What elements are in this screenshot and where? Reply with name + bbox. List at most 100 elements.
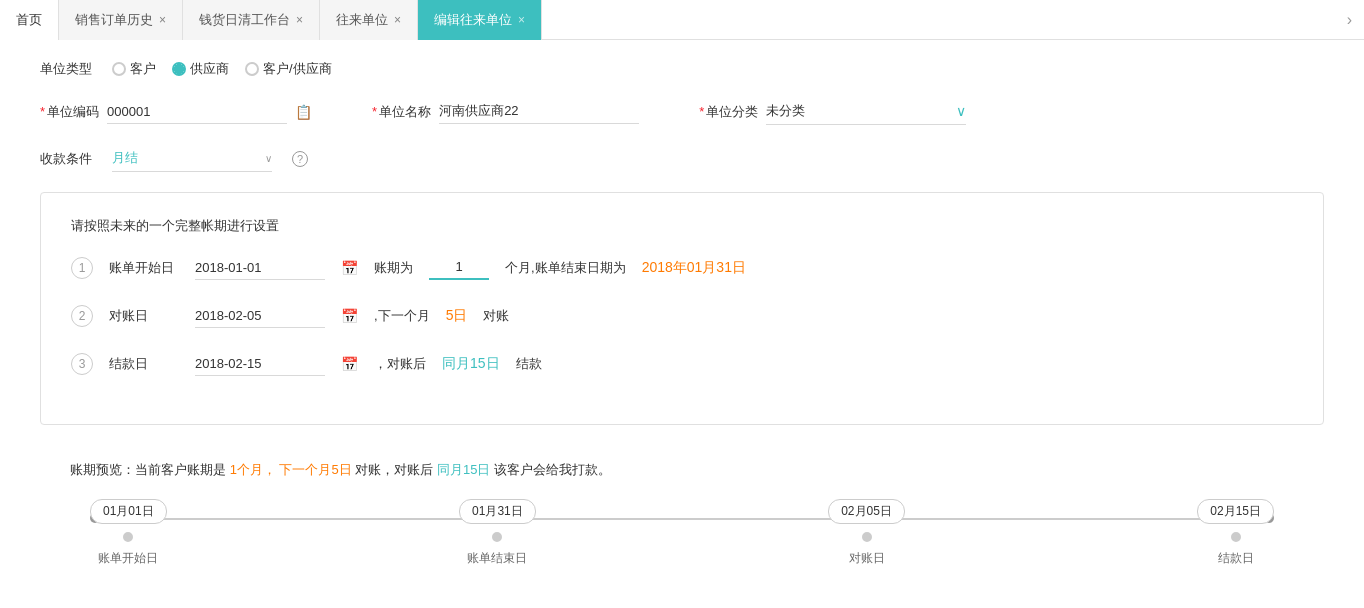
step-2-label: 对账日 <box>109 307 179 325</box>
unit-code-label: *单位编码 <box>40 103 99 121</box>
timeline-nodes: 01月01日 账单开始日 01月31日 账单结束日 02月05日 对账日 02月… <box>90 499 1274 567</box>
node-4-dot <box>1231 532 1241 542</box>
unit-category-value: 未分类 <box>766 102 948 120</box>
node-3-dot <box>862 532 872 542</box>
radio-both-circle <box>245 62 259 76</box>
preview-end: 该客户会给我打款。 <box>494 462 611 477</box>
node-1-dot <box>123 532 133 542</box>
step-1-calendar-icon[interactable]: 📅 <box>341 260 358 276</box>
step-3-label: 结款日 <box>109 355 179 373</box>
step-2-text: ,下一个月 <box>374 307 430 325</box>
radio-customer-label: 客户 <box>130 60 156 78</box>
unit-info-row: *单位编码 📋 *单位名称 *单位分类 未分类 ∨ <box>40 98 1324 125</box>
node-4-label: 结款日 <box>1218 550 1254 567</box>
preview-section: 账期预览：当前客户账期是 1个月， 下一个月5日 对账，对账后 同月15日 该客… <box>40 445 1324 583</box>
step-1-label: 账单开始日 <box>109 259 179 277</box>
step-3-calendar-icon[interactable]: 📅 <box>341 356 358 372</box>
timeline-node-4: 02月15日 结款日 <box>1197 499 1274 567</box>
payment-chevron-down-icon: ∨ <box>265 153 272 164</box>
step-3-date-input[interactable] <box>195 352 325 376</box>
unit-code-input[interactable] <box>107 100 287 124</box>
close-cash-work-icon[interactable]: × <box>296 13 303 27</box>
settings-panel: 请按照未来的一个完整帐期进行设置 1 账单开始日 📅 账期为 个月,账单结束日期… <box>40 192 1324 425</box>
close-sales-history-icon[interactable]: × <box>159 13 166 27</box>
step-2-text2: 对账 <box>483 307 509 325</box>
step-1-period-input[interactable] <box>429 255 489 280</box>
step-2-day-highlight: 5日 <box>446 307 468 325</box>
tab-partner-units-label: 往来单位 <box>336 11 388 29</box>
tab-sales-history[interactable]: 销售订单历史 × <box>59 0 183 40</box>
step-1-prefix-text: 账期为 <box>374 259 413 277</box>
step-3-text1: ，对账后 <box>374 355 426 373</box>
panel-hint: 请按照未来的一个完整帐期进行设置 <box>71 217 1293 235</box>
unit-category-group: *单位分类 未分类 ∨ <box>699 98 966 125</box>
node-2-label: 账单结束日 <box>467 550 527 567</box>
tab-partner-units[interactable]: 往来单位 × <box>320 0 418 40</box>
unit-code-group: *单位编码 📋 <box>40 100 312 124</box>
tab-home[interactable]: 首页 <box>0 0 59 40</box>
help-icon[interactable]: ? <box>292 151 308 167</box>
preview-label: 账期预览：当前客户账期是 <box>70 462 226 477</box>
radio-customer[interactable]: 客户 <box>112 60 156 78</box>
unit-name-group: *单位名称 <box>372 100 639 124</box>
preview-mid: 对账，对账后 <box>355 462 433 477</box>
preview-part2: 下一个月5日 <box>279 462 351 477</box>
tab-sales-history-label: 销售订单历史 <box>75 11 153 29</box>
unit-category-label: *单位分类 <box>699 103 758 121</box>
step-1-end-date: 2018年01月31日 <box>642 259 746 277</box>
main-content: 单位类型 客户 供应商 客户/供应商 *单位编码 📋 <box>0 40 1364 608</box>
node-3-pill: 02月05日 <box>828 499 905 524</box>
tab-home-label: 首页 <box>16 11 42 29</box>
tab-edit-partner[interactable]: 编辑往来单位 × <box>418 0 542 40</box>
unit-type-row: 单位类型 客户 供应商 客户/供应商 <box>40 60 1324 78</box>
unit-name-label: *单位名称 <box>372 103 431 121</box>
step-1-date-input[interactable] <box>195 256 325 280</box>
unit-type-radio-group: 客户 供应商 客户/供应商 <box>112 60 332 78</box>
radio-customer-circle <box>112 62 126 76</box>
preview-text: 账期预览：当前客户账期是 1个月， 下一个月5日 对账，对账后 同月15日 该客… <box>70 461 1294 479</box>
node-2-pill: 01月31日 <box>459 499 536 524</box>
node-1-label: 账单开始日 <box>98 550 158 567</box>
close-edit-partner-icon[interactable]: × <box>518 13 525 27</box>
radio-supplier-circle <box>172 62 186 76</box>
node-2-dot <box>492 532 502 542</box>
step-3-text2: 结款 <box>516 355 542 373</box>
step-1-row: 1 账单开始日 📅 账期为 个月,账单结束日期为 2018年01月31日 <box>71 255 1293 280</box>
step-2-calendar-icon[interactable]: 📅 <box>341 308 358 324</box>
close-partner-units-icon[interactable]: × <box>394 13 401 27</box>
tab-cash-work-label: 钱货日清工作台 <box>199 11 290 29</box>
radio-both-label: 客户/供应商 <box>263 60 332 78</box>
radio-supplier-label: 供应商 <box>190 60 229 78</box>
step-2-date-input[interactable] <box>195 304 325 328</box>
node-3-label: 对账日 <box>849 550 885 567</box>
step-1-suffix-text: 个月,账单结束日期为 <box>505 259 626 277</box>
preview-part1: 1个月， <box>230 462 276 477</box>
timeline-node-3: 02月05日 对账日 <box>828 499 905 567</box>
tab-bar: 首页 销售订单历史 × 钱货日清工作台 × 往来单位 × 编辑往来单位 × › <box>0 0 1364 40</box>
unit-category-dropdown[interactable]: 未分类 ∨ <box>766 98 966 125</box>
step-3-num: 3 <box>71 353 93 375</box>
step-2-row: 2 对账日 📅 ,下一个月 5日 对账 <box>71 304 1293 328</box>
node-4-pill: 02月15日 <box>1197 499 1274 524</box>
step-2-num: 2 <box>71 305 93 327</box>
category-chevron-down-icon: ∨ <box>956 103 966 119</box>
timeline-node-1: 01月01日 账单开始日 <box>90 499 167 567</box>
timeline-container: 01月01日 账单开始日 01月31日 账单结束日 02月05日 对账日 02月… <box>70 499 1294 567</box>
unit-name-input[interactable] <box>439 100 639 124</box>
node-1-pill: 01月01日 <box>90 499 167 524</box>
unit-type-label: 单位类型 <box>40 60 92 78</box>
payment-value: 月结 <box>112 149 261 167</box>
step-3-row: 3 结款日 📅 ，对账后 同月15日 结款 <box>71 352 1293 376</box>
payment-dropdown[interactable]: 月结 ∨ <box>112 145 272 172</box>
radio-both[interactable]: 客户/供应商 <box>245 60 332 78</box>
radio-supplier[interactable]: 供应商 <box>172 60 229 78</box>
payment-condition-row: 收款条件 月结 ∨ ? <box>40 145 1324 172</box>
tab-more-button[interactable]: › <box>1335 11 1364 29</box>
tab-edit-partner-label: 编辑往来单位 <box>434 11 512 29</box>
preview-part3: 同月15日 <box>437 462 490 477</box>
unit-code-icon[interactable]: 📋 <box>295 104 312 120</box>
tab-cash-work[interactable]: 钱货日清工作台 × <box>183 0 320 40</box>
timeline-node-2: 01月31日 账单结束日 <box>459 499 536 567</box>
payment-label: 收款条件 <box>40 150 92 168</box>
step-1-num: 1 <box>71 257 93 279</box>
